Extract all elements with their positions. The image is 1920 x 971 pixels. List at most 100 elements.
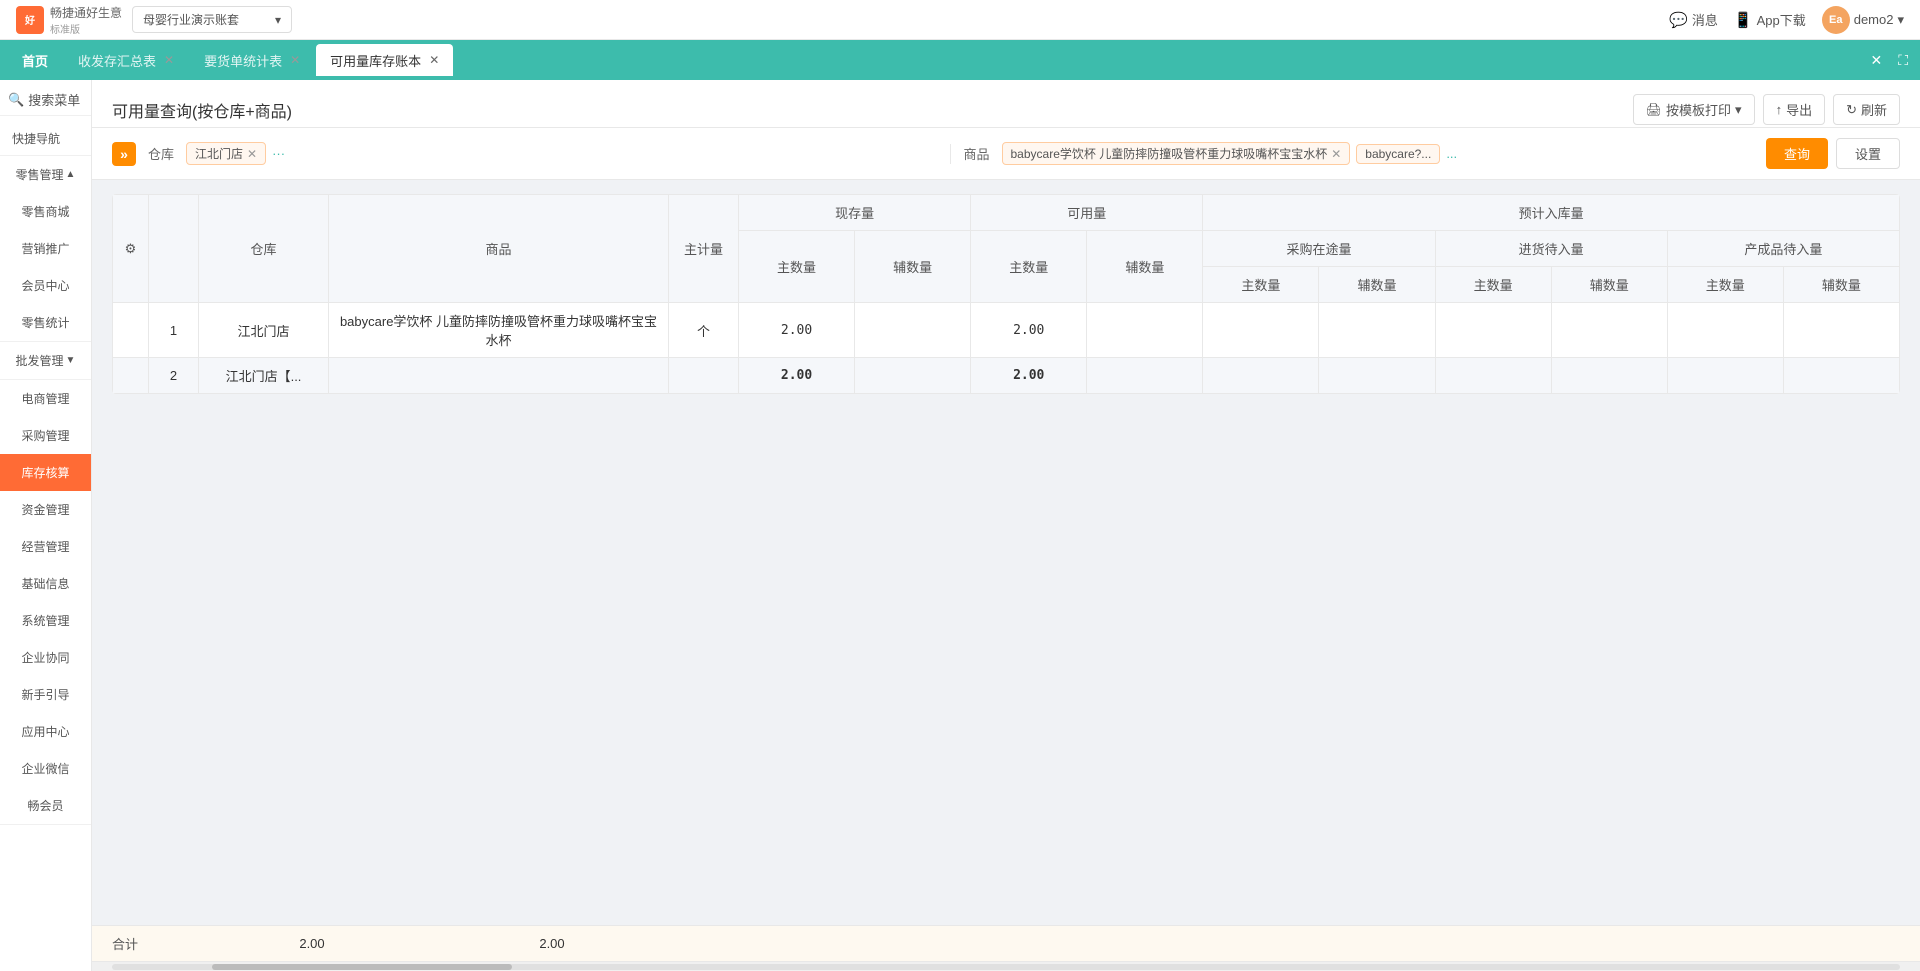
data-table: ⚙ 仓库 商品 主计量 现存量 可用量 预计入库量 主数量 辅数量 主数量 <box>112 194 1900 394</box>
filter-bar: » 仓库 江北门店 ✕ ··· 商品 babycare学饮杯 儿童防摔防撞吸管杯… <box>92 128 1920 180</box>
sidebar-section-ecommerce: 电商管理 采购管理 库存核算 资金管理 经营管理 基础信息 系统管理 企业协同 <box>0 380 91 825</box>
product-tag-1[interactable]: babycare学饮杯 儿童防摔防撞吸管杯重力球吸嘴杯宝宝水杯 ✕ <box>1002 142 1351 165</box>
col-product-header: 商品 <box>329 195 669 303</box>
sidebar-item-member[interactable]: 会员中心 <box>0 267 91 304</box>
member2-label: 畅会员 <box>27 797 63 814</box>
warehouse-tag[interactable]: 江北门店 ✕ <box>186 142 266 165</box>
app-icon: 📱 <box>1734 11 1753 29</box>
sidebar-nav-label[interactable]: 快捷导航 <box>0 124 91 151</box>
export-icon: ↑ <box>1776 102 1783 117</box>
finance-label: 资金管理 <box>21 501 69 518</box>
refresh-label: 刷新 <box>1861 100 1887 119</box>
product-tag-1-close-icon[interactable]: ✕ <box>1331 147 1341 161</box>
avatar: Ea <box>1822 6 1850 34</box>
row-inbound-main <box>1435 303 1551 358</box>
tab-close-income-expense[interactable]: ✕ <box>164 53 174 67</box>
sidebar-item-marketing[interactable]: 营销推广 <box>0 230 91 267</box>
filter-expand-button[interactable]: » <box>112 142 136 166</box>
row-product-main <box>1667 303 1783 358</box>
tab-available-stock[interactable]: 可用量库存账本 ✕ <box>316 44 453 76</box>
app-download-button[interactable]: 📱 App下载 <box>1734 10 1806 29</box>
top-bar-left: 好 畅捷通好生意 标准版 母婴行业演示账套 ▾ <box>16 4 292 36</box>
print-button[interactable]: 🖨 按模板打印 ▾ <box>1633 94 1755 125</box>
tab-expand-button[interactable]: ⛶ <box>1894 48 1912 73</box>
sidebar-item-wholesale[interactable]: 批发管理 ▼ <box>0 342 91 379</box>
sidebar-item-enterprise[interactable]: 企业协同 <box>0 639 91 676</box>
subtotal-current-aux <box>855 358 971 394</box>
footer-label: 合计 <box>112 934 252 953</box>
scroll-track[interactable] <box>112 964 1900 970</box>
wholesale-arrow-icon: ▼ <box>66 355 76 366</box>
industry-name: 母婴行业演示账套 <box>143 11 239 28</box>
print-label: 按模板打印 <box>1666 100 1731 119</box>
refresh-button[interactable]: ↻ 刷新 <box>1833 94 1900 125</box>
page-title: 可用量查询(按仓库+商品) <box>112 98 292 122</box>
sidebar-item-ecommerce[interactable]: 电商管理 <box>0 380 91 417</box>
tab-close-order-stats[interactable]: ✕ <box>290 53 300 67</box>
retail-mgmt-arrow-icon: ▲ <box>66 169 76 180</box>
sidebar-item-purchase[interactable]: 采购管理 <box>0 417 91 454</box>
col-inbound-main-header: 主数量 <box>1435 267 1551 303</box>
product-filter-label: 商品 <box>963 144 989 163</box>
subtotal-available-main: 2.00 <box>971 358 1087 394</box>
warehouse-more-button[interactable]: ··· <box>272 146 285 161</box>
avatar-text: Ea <box>1829 14 1842 26</box>
tab-available-stock-label: 可用量库存账本 <box>330 51 421 70</box>
warehouse-tag-close-icon[interactable]: ✕ <box>247 147 257 161</box>
tab-close-all-button[interactable]: ✕ <box>1866 48 1886 73</box>
logo-texts: 畅捷通好生意 标准版 <box>50 4 122 36</box>
sidebar-nav: 快捷导航 <box>0 116 91 156</box>
sidebar-item-retail-mall[interactable]: 零售商城 <box>0 193 91 230</box>
export-button[interactable]: ↑ 导出 <box>1763 94 1826 125</box>
tab-close-available-stock[interactable]: ✕ <box>429 53 439 67</box>
subtotal-current-main: 2.00 <box>739 358 855 394</box>
inventory-label: 库存核算 <box>21 464 69 481</box>
warehouse-filter-label: 仓库 <box>148 144 174 163</box>
col-settings[interactable]: ⚙ <box>113 195 149 303</box>
operation-label: 经营管理 <box>21 538 69 555</box>
sidebar-search[interactable]: 🔍 搜索菜单 <box>0 80 91 116</box>
sidebar-item-basic-info[interactable]: 基础信息 <box>0 565 91 602</box>
tab-home[interactable]: 首页 <box>8 44 62 76</box>
user-menu[interactable]: Ea demo2 ▾ <box>1822 6 1904 34</box>
sidebar-item-wechat[interactable]: 企业微信 <box>0 750 91 787</box>
sidebar-item-new-guide[interactable]: 新手引导 <box>0 676 91 713</box>
purchase-label: 采购管理 <box>21 427 69 444</box>
col-product-aux-header: 辅数量 <box>1783 267 1899 303</box>
tab-order-stats[interactable]: 要货单统计表 ✕ <box>190 44 314 76</box>
sidebar-section-retail: 零售管理 ▲ 零售商城 营销推广 会员中心 零售统计 <box>0 156 91 342</box>
col-unit-header: 主计量 <box>669 195 739 303</box>
export-label: 导出 <box>1786 100 1812 119</box>
product-more-button[interactable]: ... <box>1446 146 1457 161</box>
sidebar-item-member2[interactable]: 畅会员 <box>0 787 91 824</box>
main-layout: 🔍 搜索菜单 快捷导航 零售管理 ▲ 零售商城 营销推广 会员中心 <box>0 80 1920 971</box>
print-icon: 🖨 <box>1646 102 1663 118</box>
sidebar-item-operation[interactable]: 经营管理 <box>0 528 91 565</box>
col-forecast-header: 预计入库量 <box>1203 195 1900 231</box>
product-tag-2[interactable]: babycare?... <box>1356 144 1440 164</box>
tab-income-expense[interactable]: 收发存汇总表 ✕ <box>64 44 188 76</box>
sidebar-item-inventory[interactable]: 库存核算 <box>0 454 91 491</box>
search-label: 搜索菜单 <box>28 90 80 109</box>
query-button[interactable]: 查询 <box>1766 138 1828 169</box>
col-current-main-header: 主数量 <box>739 231 855 303</box>
sidebar-item-retail-mgmt[interactable]: 零售管理 ▲ <box>0 156 91 193</box>
setting-button[interactable]: 设置 <box>1836 138 1900 169</box>
sidebar-item-retail-stats[interactable]: 零售统计 <box>0 304 91 341</box>
industry-selector[interactable]: 母婴行业演示账套 ▾ <box>132 6 292 33</box>
subtotal-idx: 2 <box>149 358 199 394</box>
retail-mgmt-label: 零售管理 <box>16 166 64 183</box>
product-tag-1-text: babycare学饮杯 儿童防摔防撞吸管杯重力球吸嘴杯宝宝水杯 <box>1011 145 1328 162</box>
subtotal-warehouse: 江北门店【... <box>199 358 329 394</box>
sidebar-item-system[interactable]: 系统管理 <box>0 602 91 639</box>
scroll-thumb[interactable] <box>212 964 512 970</box>
row-settings <box>113 303 149 358</box>
sidebar-item-finance[interactable]: 资金管理 <box>0 491 91 528</box>
enterprise-label: 企业协同 <box>21 649 69 666</box>
sidebar-section-wholesale: 批发管理 ▼ <box>0 342 91 380</box>
row-current-aux <box>855 303 971 358</box>
message-button[interactable]: 💬 消息 <box>1669 10 1718 29</box>
sidebar-item-app-center[interactable]: 应用中心 <box>0 713 91 750</box>
marketing-label: 营销推广 <box>21 240 69 257</box>
col-purchase-main-header: 主数量 <box>1203 267 1319 303</box>
